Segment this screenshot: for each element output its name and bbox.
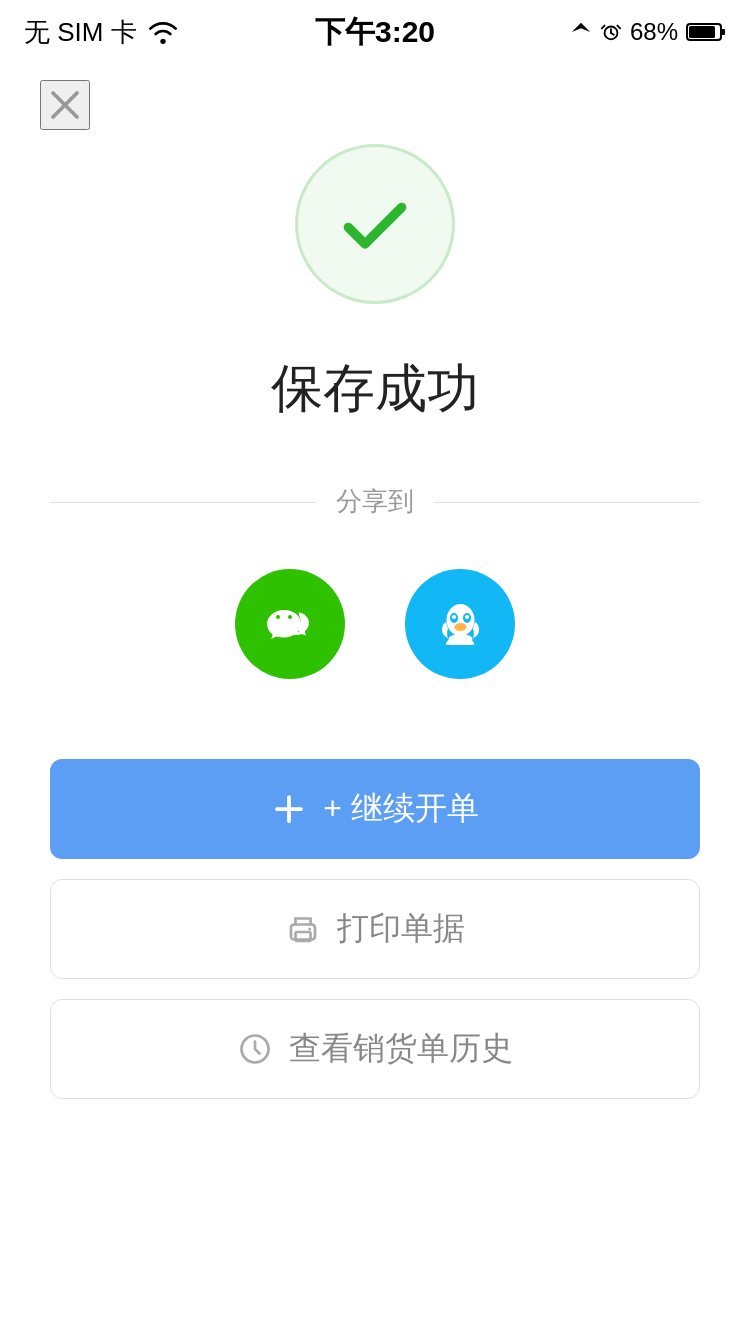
share-divider: 分享到 (0, 484, 750, 519)
wifi-icon (147, 20, 179, 44)
print-icon (285, 911, 321, 947)
share-icons (235, 569, 515, 679)
wechat-icon (258, 592, 323, 657)
svg-rect-5 (721, 29, 725, 35)
qq-share-button[interactable] (405, 569, 515, 679)
battery-icon (686, 21, 726, 43)
main-content: 保存成功 分享到 (0, 64, 750, 1099)
qq-icon (428, 592, 493, 657)
svg-point-20 (308, 928, 311, 931)
svg-rect-19 (296, 932, 311, 941)
close-icon (47, 87, 83, 123)
continue-label: + 继续开单 (323, 787, 479, 831)
print-label: 打印单据 (337, 907, 465, 951)
success-title: 保存成功 (271, 354, 479, 424)
close-button[interactable] (40, 80, 90, 130)
status-left: 无 SIM 卡 (24, 15, 179, 50)
svg-rect-4 (689, 26, 715, 38)
history-label: 查看销货单历史 (289, 1027, 513, 1071)
action-buttons: + 继续开单 打印单据 查看销货单历史 (50, 759, 700, 1099)
alarm-icon (600, 21, 622, 43)
print-button[interactable]: 打印单据 (50, 879, 700, 979)
wechat-share-button[interactable] (235, 569, 345, 679)
battery-percentage: 68% (630, 18, 678, 46)
history-icon (237, 1031, 273, 1067)
check-icon (335, 184, 415, 264)
location-icon (570, 21, 592, 43)
svg-line-2 (611, 33, 614, 35)
success-circle (295, 144, 455, 304)
svg-point-12 (452, 615, 456, 619)
continue-button[interactable]: + 继续开单 (50, 759, 700, 859)
share-label: 分享到 (316, 484, 434, 519)
carrier-text: 无 SIM 卡 (24, 15, 137, 50)
status-right: 68% (570, 18, 726, 46)
status-time: 下午3:20 (315, 12, 435, 53)
svg-point-13 (465, 615, 469, 619)
history-button[interactable]: 查看销货单历史 (50, 999, 700, 1099)
plus-icon (271, 791, 307, 827)
status-bar: 无 SIM 卡 下午3:20 68% (0, 0, 750, 64)
svg-point-14 (454, 623, 466, 631)
